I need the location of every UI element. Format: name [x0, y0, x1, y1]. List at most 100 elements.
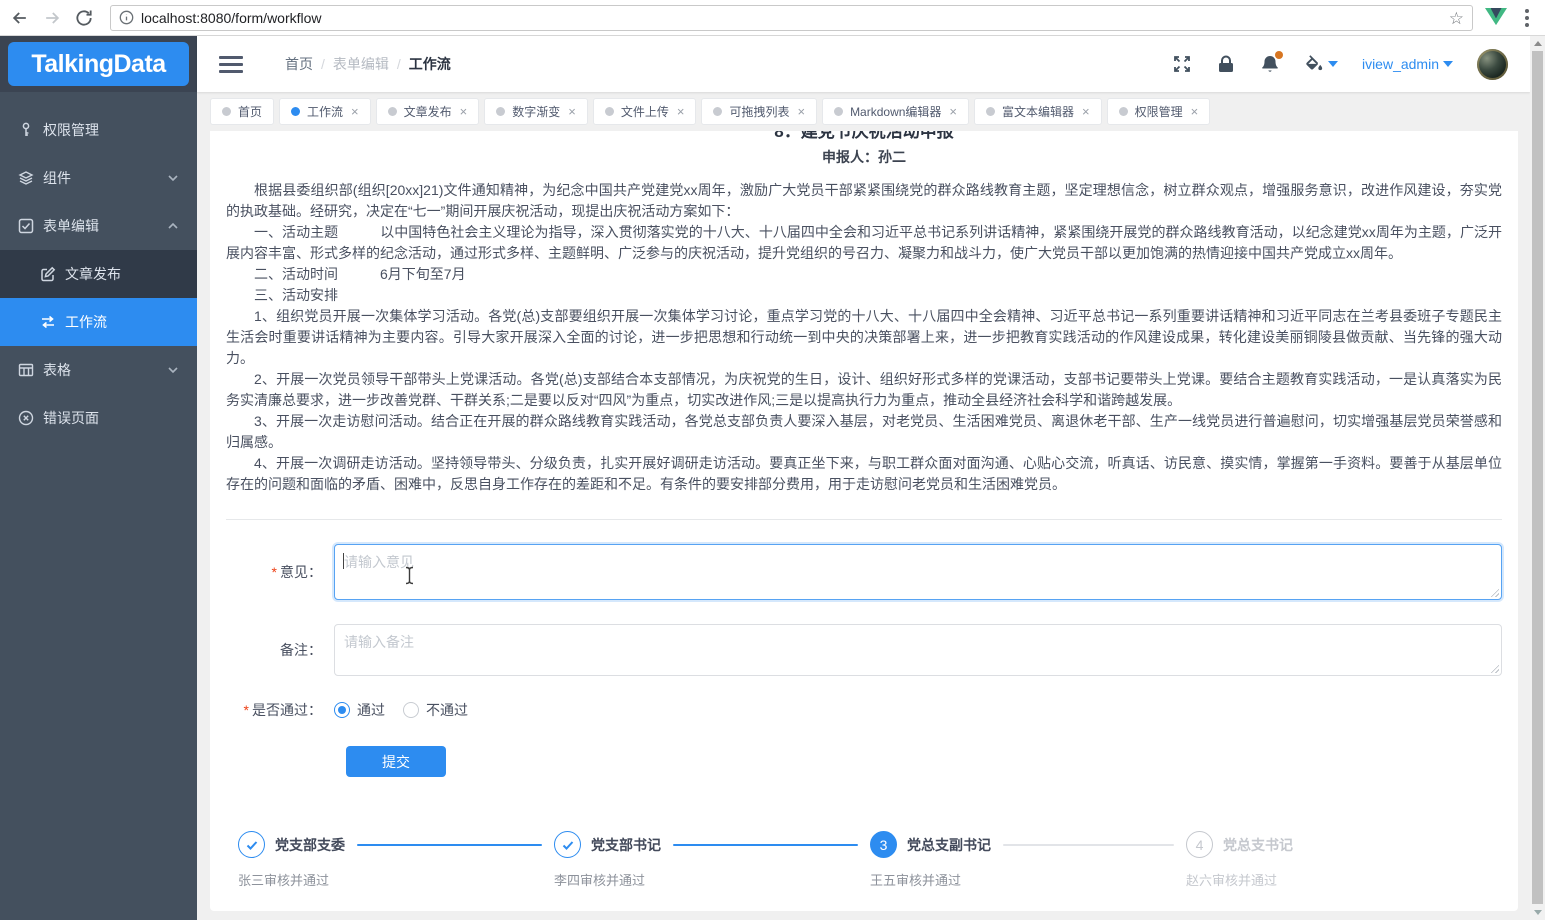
- reload-icon[interactable]: [74, 8, 94, 28]
- text-caret: [343, 553, 344, 569]
- chevron-down-icon: [168, 175, 178, 182]
- sidebar-submenu-form-edit: 文章发布 工作流: [0, 250, 197, 346]
- approval-steps: 党支部支委 张三审核并通过 党支部书记 李四审核并通过 3 党总支副书记 王五审…: [226, 831, 1502, 889]
- sidebar-item-error-page[interactable]: 错误页面: [0, 394, 197, 442]
- close-icon[interactable]: ×: [949, 105, 957, 118]
- logo[interactable]: TalkingData: [8, 42, 189, 86]
- breadcrumb-home[interactable]: 首页: [285, 54, 313, 74]
- close-icon[interactable]: ×: [797, 105, 805, 118]
- opinion-row: * 意见：: [226, 544, 1502, 600]
- doc-paragraph: 2、开展一次党员领导干部带头上党课活动。各党(总)支部结合本支部情况，为庆祝党的…: [226, 371, 1502, 408]
- radio-option-pass[interactable]: 通过: [334, 700, 385, 720]
- tab-home[interactable]: 首页: [210, 98, 275, 125]
- submit-button[interactable]: 提交: [346, 746, 446, 777]
- error-icon: [18, 410, 34, 426]
- sidebar-item-table[interactable]: 表格: [0, 346, 197, 394]
- radio-checked-icon: [334, 702, 350, 718]
- sidebar-item-components[interactable]: 组件: [0, 154, 197, 202]
- step-3: 3 党总支副书记 王五审核并通过: [870, 831, 1186, 889]
- url-text[interactable]: localhost:8080/form/workflow: [141, 10, 322, 26]
- key-icon: [22, 122, 30, 136]
- pass-label: * 是否通过：: [243, 702, 322, 718]
- header: 首页 / 表单编辑 / 工作流 iview_admin: [197, 36, 1530, 92]
- note-row: 备注：: [226, 624, 1502, 676]
- step-content: 张三审核并通过: [238, 873, 330, 888]
- tab-count-to[interactable]: 数字渐变 ×: [484, 98, 588, 125]
- close-icon[interactable]: ×: [1082, 105, 1090, 118]
- sidebar-item-article-publish[interactable]: 文章发布: [0, 250, 197, 298]
- avatar[interactable]: [1477, 48, 1508, 80]
- tab-rich-text-editor[interactable]: 富文本编辑器 ×: [974, 98, 1102, 125]
- close-icon[interactable]: ×: [568, 105, 576, 118]
- tab-dot-icon: [496, 107, 506, 116]
- sidebar-item-workflow[interactable]: 工作流: [0, 298, 197, 346]
- notification-bell[interactable]: [1260, 51, 1283, 74]
- user-menu[interactable]: iview_admin: [1362, 56, 1453, 72]
- tab-label: 富文本编辑器: [1002, 105, 1075, 119]
- step-connector: [1003, 843, 1174, 846]
- tab-article-publish[interactable]: 文章发布 ×: [375, 98, 480, 125]
- note-textarea[interactable]: [334, 624, 1502, 676]
- lock-icon[interactable]: [1216, 54, 1236, 74]
- close-icon[interactable]: ×: [677, 105, 685, 118]
- url-bar[interactable]: localhost:8080/form/workflow ☆: [110, 4, 1473, 31]
- step-content: 李四审核并通过: [554, 873, 646, 888]
- notification-badge: [1274, 51, 1283, 59]
- tab-label: Markdown编辑器: [850, 105, 942, 119]
- required-mark: *: [271, 564, 277, 580]
- note-label: 备注：: [280, 642, 322, 658]
- step-content: 王五审核并通过: [870, 873, 962, 888]
- step-title: 党总支书记: [1223, 836, 1293, 853]
- tab-label: 工作流: [307, 105, 344, 119]
- sidebar-toggle-icon[interactable]: [219, 55, 243, 73]
- step-number: 3: [870, 831, 897, 858]
- sidebar-item-label: 错误页面: [43, 410, 99, 426]
- theme-switcher[interactable]: [1304, 54, 1338, 74]
- radio-option-fail[interactable]: 不通过: [403, 700, 468, 720]
- browser-menu-icon[interactable]: [1525, 8, 1529, 27]
- scrollbar-thumb[interactable]: [1532, 51, 1543, 904]
- document-applicant: 申报人：孙二: [822, 149, 906, 165]
- paint-bucket-icon: [1306, 55, 1323, 71]
- tab-permission[interactable]: 权限管理 ×: [1106, 98, 1211, 125]
- close-icon[interactable]: ×: [351, 105, 359, 118]
- page-scrollbar[interactable]: [1530, 36, 1545, 920]
- tab-upload[interactable]: 文件上传 ×: [592, 98, 697, 125]
- tab-markdown-editor[interactable]: Markdown编辑器 ×: [822, 98, 970, 125]
- vue-devtools-icon[interactable]: [1485, 8, 1507, 27]
- scroll-up-icon[interactable]: [1534, 41, 1542, 46]
- forward-icon[interactable]: [42, 8, 62, 28]
- tab-drag-list[interactable]: 可拖拽列表 ×: [701, 98, 818, 125]
- bookmark-star-icon[interactable]: ☆: [1449, 8, 1464, 30]
- swap-icon: [42, 315, 54, 329]
- doc-paragraph: 一、活动主题 以中国特色社会主义理论为指导，深入贯彻落实党的十八大、十八届四中全…: [226, 224, 1502, 261]
- sidebar-item-permission[interactable]: 权限管理: [0, 106, 197, 154]
- compose-icon: [41, 266, 56, 282]
- breadcrumb-current: 工作流: [408, 56, 451, 72]
- page-info-icon[interactable]: [119, 10, 134, 25]
- opinion-textarea[interactable]: [334, 544, 1502, 600]
- sidebar-item-label: 表格: [43, 362, 71, 378]
- back-icon[interactable]: [10, 8, 30, 28]
- scroll-down-icon[interactable]: [1534, 910, 1542, 915]
- breadcrumb-separator: /: [396, 56, 401, 72]
- step-title: 党总支副书记: [907, 836, 991, 853]
- tab-workflow[interactable]: 工作流 ×: [279, 98, 371, 125]
- opinion-label: * 意见：: [271, 564, 322, 580]
- breadcrumb-form-edit[interactable]: 表单编辑: [333, 54, 389, 74]
- main-content: 8：建党节庆祝活动申报 申报人：孙二 根据县委组织部(组织[20xx]21)文件…: [197, 131, 1530, 920]
- step-1: 党支部支委 张三审核并通过: [238, 831, 554, 889]
- tab-dot-icon: [604, 107, 614, 116]
- step-title: 党支部支委: [275, 836, 345, 853]
- step-number: 4: [1186, 831, 1213, 858]
- fullscreen-icon[interactable]: [1172, 54, 1192, 74]
- chevron-down-icon: [168, 367, 178, 374]
- chevron-down-icon: [1327, 61, 1338, 67]
- tab-label: 数字渐变: [512, 105, 561, 119]
- tab-label: 文章发布: [403, 105, 452, 119]
- pass-row: * 是否通过： 通过 不通过: [226, 700, 1502, 720]
- sidebar-item-form-edit[interactable]: 表单编辑: [0, 202, 197, 250]
- close-icon[interactable]: ×: [1191, 105, 1199, 118]
- close-icon[interactable]: ×: [460, 105, 468, 118]
- tab-dot-icon: [986, 107, 996, 116]
